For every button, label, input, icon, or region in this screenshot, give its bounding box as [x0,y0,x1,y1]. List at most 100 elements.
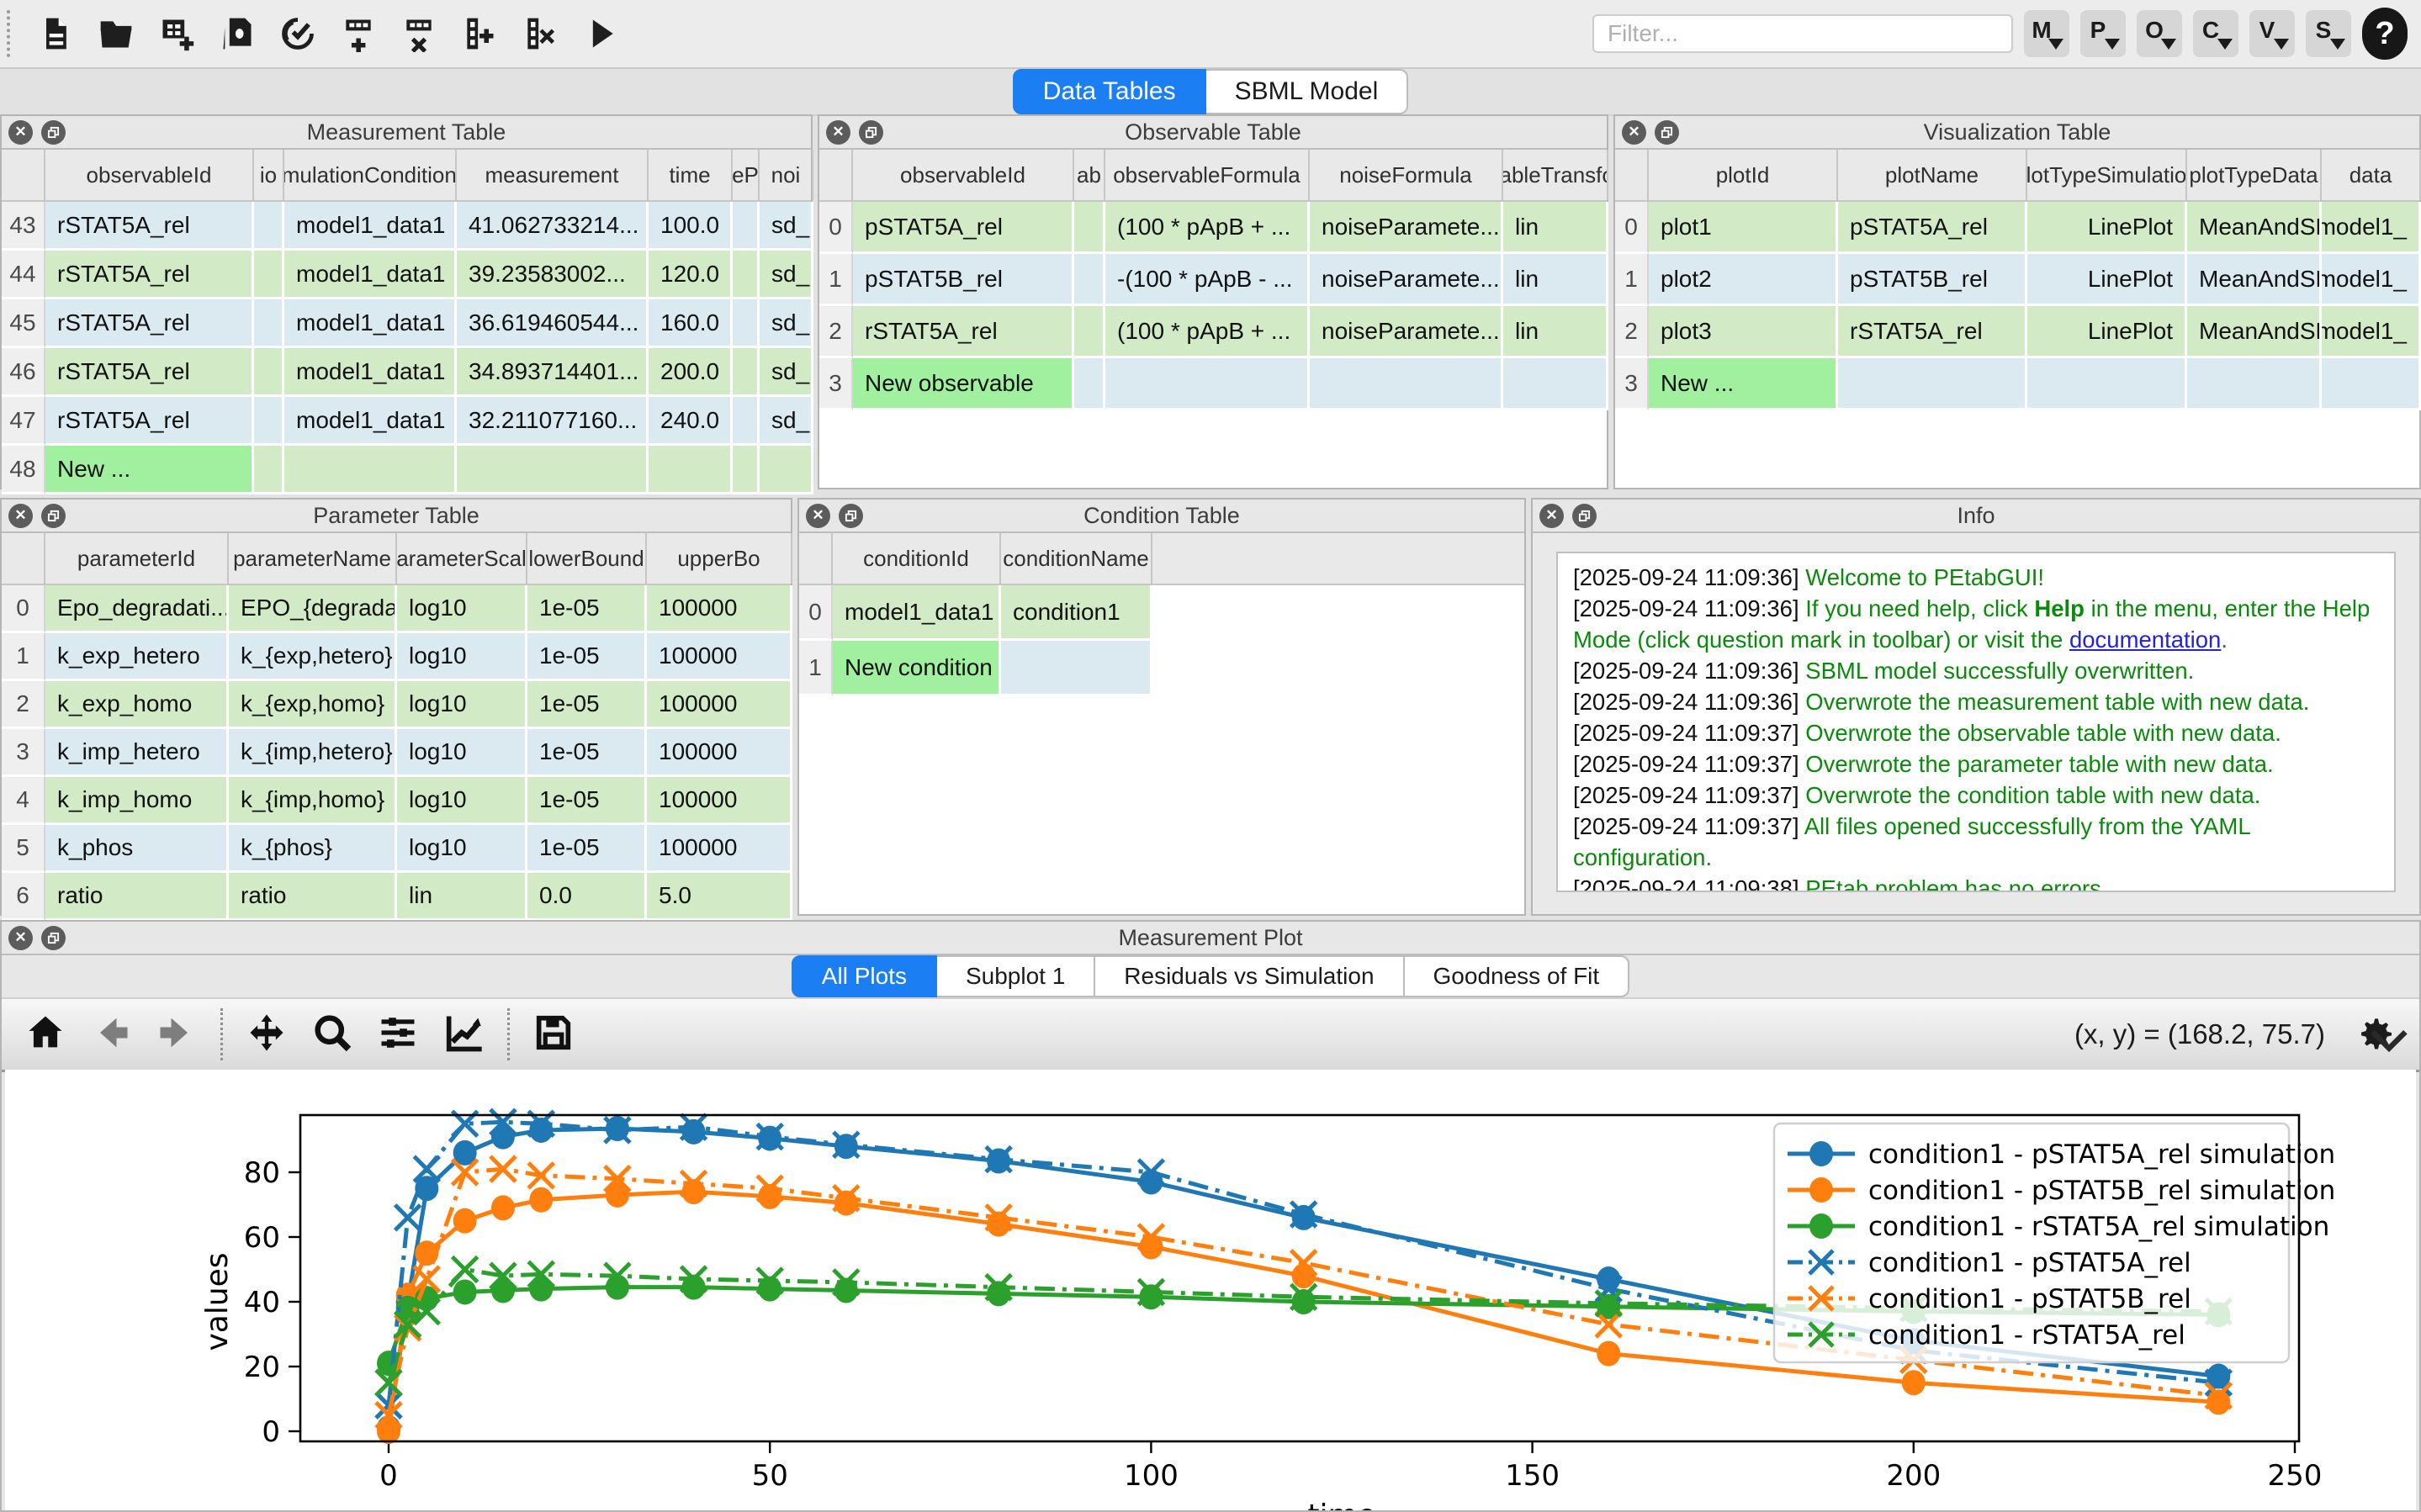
row-number[interactable]: 3 [2,729,45,777]
table-cell[interactable] [1838,358,2027,410]
float-panel-icon[interactable] [839,504,863,528]
add-column-button[interactable] [458,10,501,57]
table-cell[interactable]: condition1 [1001,585,1152,641]
table-cell[interactable] [2322,358,2421,410]
close-icon[interactable]: ✕ [1539,504,1564,528]
plot-tab-residuals-vs-simulation[interactable]: Residuals vs Simulation [1095,955,1404,997]
home-button[interactable] [24,1011,67,1059]
table-cell[interactable]: (100 * pApB + ... [1105,202,1310,254]
table-cell[interactable] [254,446,284,494]
column-header[interactable]: imulationConditionI [284,150,457,200]
table-cell[interactable]: 240.0 [649,397,733,446]
table-cell[interactable] [2027,358,2187,410]
table-cell[interactable]: model1_ [2322,254,2421,306]
table-cell[interactable] [1074,202,1105,254]
table-cell[interactable]: LinePlot [2027,306,2187,358]
table-cell[interactable]: k_{phos} [229,825,397,873]
row-number[interactable]: 47 [2,397,45,446]
plot-tab-goodness-of-fit[interactable]: Goodness of Fit [1405,955,1630,997]
table-cell[interactable]: EPO_{degrada... [229,585,397,633]
row-number[interactable]: 0 [1615,202,1649,254]
run-simulation-button[interactable] [579,10,622,57]
table-cell[interactable] [254,251,284,299]
save-button[interactable] [532,1011,575,1059]
table-cell[interactable] [1074,358,1105,410]
table-cell[interactable]: k_{exp,hetero} [229,633,397,681]
table-cell[interactable]: log10 [397,585,527,633]
pan-button[interactable] [245,1011,289,1059]
close-icon[interactable]: ✕ [8,926,33,950]
help-button[interactable]: ? [2362,8,2408,60]
row-number[interactable]: 4 [2,777,45,825]
table-cell[interactable]: 34.893714401... [457,348,649,397]
column-header[interactable]: noi [760,150,813,200]
table-cell[interactable]: log10 [397,681,527,729]
column-header[interactable]: noiseFormula [1310,150,1503,200]
table-cell[interactable]: MeanAndSD [2187,306,2322,358]
table-cell[interactable]: k_imp_homo [45,777,229,825]
table-cell[interactable]: noiseParamete... [1310,202,1503,254]
table-cell[interactable]: 120.0 [649,251,733,299]
table-cell[interactable] [284,446,457,494]
plot-tab-subplot-1[interactable]: Subplot 1 [937,955,1095,997]
row-number[interactable]: 43 [2,202,45,251]
row-number[interactable]: 46 [2,348,45,397]
table-cell[interactable]: sd_ [760,348,813,397]
column-header[interactable]: observableId [45,150,254,200]
row-number[interactable]: 45 [2,299,45,348]
table-cell[interactable] [733,251,760,299]
plot-canvas[interactable]: 050100150200250020406080valuestimecondit… [5,1070,2416,1510]
table-cell[interactable]: model1_data1 [284,299,457,348]
table-cell[interactable]: k_exp_homo [45,681,229,729]
row-number[interactable]: 0 [819,202,853,254]
table-cell[interactable] [733,299,760,348]
column-header[interactable] [2,150,45,200]
table-cell[interactable]: k_{imp,homo} [229,777,397,825]
row-number[interactable]: 2 [819,306,853,358]
column-header[interactable]: io [254,150,284,200]
table-cell[interactable]: model1_ [2322,202,2421,254]
table-cell[interactable]: 0.0 [527,873,647,921]
table-cell[interactable] [733,202,760,251]
table-cell[interactable]: sd_ [760,299,813,348]
float-panel-icon[interactable] [1572,504,1597,528]
subplots-button[interactable] [376,1011,420,1059]
filter-toggle-c[interactable]: C [2193,10,2238,57]
table-cell[interactable]: model1_data1 [284,202,457,251]
plot-settings-button[interactable] [2350,1011,2397,1058]
table-cell[interactable]: log10 [397,729,527,777]
column-header[interactable]: plotId [1649,150,1838,200]
table-cell[interactable] [457,446,649,494]
table-cell[interactable]: rSTAT5A_rel [45,348,254,397]
table-cell[interactable]: lin [1503,306,1608,358]
tab-data-tables[interactable]: Data Tables [1013,69,1206,114]
add-table-button[interactable] [155,10,199,57]
close-icon[interactable]: ✕ [826,120,850,145]
row-number[interactable]: 0 [2,585,45,633]
column-header[interactable]: observableId [853,150,1074,200]
table-cell[interactable]: 200.0 [649,348,733,397]
table-cell[interactable]: 36.619460544... [457,299,649,348]
tab-sbml-model[interactable]: SBML Model [1206,69,1409,114]
column-header[interactable]: eP [733,150,760,200]
table-cell[interactable]: log10 [397,777,527,825]
table-cell[interactable]: k_exp_hetero [45,633,229,681]
column-header[interactable]: parameterId [45,533,229,584]
table-cell[interactable]: model1_ [2322,306,2421,358]
table-cell[interactable]: sd_ [760,397,813,446]
table-cell[interactable] [1074,254,1105,306]
row-number[interactable]: 6 [2,873,45,921]
table-cell[interactable]: 100000 [647,777,792,825]
table-cell[interactable] [733,397,760,446]
filter-toggle-o[interactable]: O [2137,10,2182,57]
delete-column-button[interactable] [518,10,562,57]
float-panel-icon[interactable] [41,504,66,528]
column-header[interactable] [2,533,45,584]
close-icon[interactable]: ✕ [8,504,33,528]
table-cell[interactable]: Epo_degradati... [45,585,229,633]
table-cell[interactable]: 39.23583002... [457,251,649,299]
float-panel-icon[interactable] [41,926,66,950]
table-cell[interactable]: lin [1503,254,1608,306]
forward-button[interactable] [155,1011,199,1059]
column-header[interactable] [1615,150,1649,200]
